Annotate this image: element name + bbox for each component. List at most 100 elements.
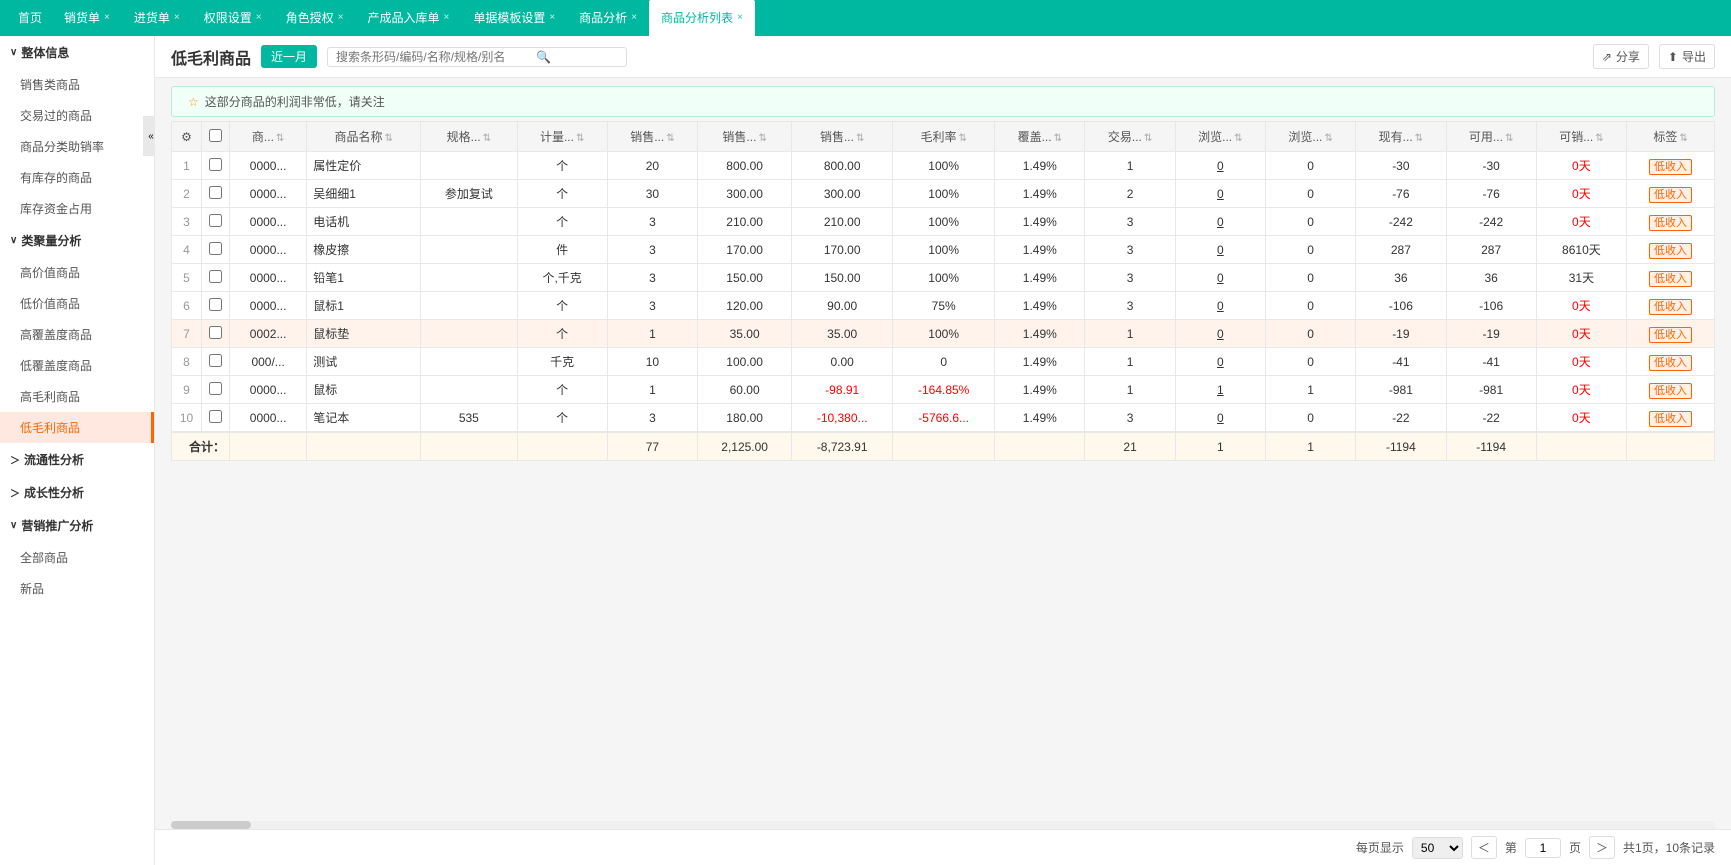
col-unit[interactable]: 计量...⇅ <box>517 122 607 152</box>
row-checkbox[interactable] <box>209 298 222 311</box>
close-icon[interactable]: × <box>256 0 262 36</box>
sidebar-group-marketing[interactable]: ∨ 营销推广分析 <box>0 509 154 542</box>
col-sales-count[interactable]: 销售...⇅ <box>607 122 697 152</box>
row-name[interactable]: 测试 <box>307 348 421 376</box>
sidebar-item-category-rate[interactable]: 商品分类助销率 <box>0 131 154 162</box>
row-name[interactable]: 橡皮擦 <box>307 236 421 264</box>
sidebar-item-traded[interactable]: 交易过的商品 <box>0 100 154 131</box>
nav-item-home[interactable]: 首页 <box>8 0 52 36</box>
col-spec[interactable]: 规格...⇅ <box>421 122 517 152</box>
next-page-button[interactable]: ＞ <box>1589 836 1615 859</box>
row-browse1[interactable]: 0 <box>1175 208 1265 236</box>
col-browse1[interactable]: 浏览...⇅ <box>1175 122 1265 152</box>
row-name[interactable]: 吴细细1 <box>307 180 421 208</box>
sidebar-group-overall[interactable]: ∨ 整体信息 <box>0 36 154 69</box>
sidebar-collapse-button[interactable]: « <box>143 116 155 156</box>
sidebar-item-high-coverage[interactable]: 高覆盖度商品 <box>0 319 154 350</box>
row-name[interactable]: 电话机 <box>307 208 421 236</box>
sidebar-item-all-products[interactable]: 全部商品 <box>0 542 154 573</box>
nav-item-permission[interactable]: 权限设置× <box>192 0 274 36</box>
row-checkbox[interactable] <box>209 382 222 395</box>
col-checkbox[interactable] <box>202 122 230 152</box>
row-browse1[interactable]: 1 <box>1175 376 1265 404</box>
col-gross-rate[interactable]: 毛利率⇅ <box>893 122 995 152</box>
row-name[interactable]: 鼠标1 <box>307 292 421 320</box>
col-tag[interactable]: 标签⇅ <box>1627 122 1715 152</box>
page-size-select[interactable]: 50 100 200 <box>1412 837 1463 859</box>
close-icon[interactable]: × <box>737 0 743 36</box>
select-all-checkbox[interactable] <box>209 129 222 142</box>
sidebar-group-growth[interactable]: ＞ 成长性分析 <box>0 476 154 509</box>
row-name[interactable]: 鼠标垫 <box>307 320 421 348</box>
row-available: 287 <box>1446 236 1536 264</box>
row-sales-price: 170.00 <box>698 236 792 264</box>
sidebar-item-high-profit[interactable]: 高毛利商品 <box>0 381 154 412</box>
row-browse1[interactable]: 0 <box>1175 320 1265 348</box>
col-sales-price[interactable]: 销售...⇅ <box>698 122 792 152</box>
col-current-stock[interactable]: 现有...⇅ <box>1356 122 1446 152</box>
row-checkbox[interactable] <box>209 186 222 199</box>
row-checkbox[interactable] <box>209 242 222 255</box>
col-settings[interactable]: ⚙ <box>172 122 202 152</box>
search-icon[interactable]: 🔍 <box>536 50 551 64</box>
row-browse1[interactable]: 0 <box>1175 264 1265 292</box>
col-name[interactable]: 商品名称⇅ <box>307 122 421 152</box>
search-input[interactable] <box>336 50 536 64</box>
row-saleable: 0天 <box>1536 208 1626 236</box>
row-name[interactable]: 铅笔1 <box>307 264 421 292</box>
prev-page-button[interactable]: ＜ <box>1471 836 1497 859</box>
close-icon[interactable]: × <box>174 0 180 36</box>
row-browse1[interactable]: 0 <box>1175 180 1265 208</box>
close-icon[interactable]: × <box>549 0 555 36</box>
nav-item-sales[interactable]: 销货单× <box>52 0 122 36</box>
sidebar-group-cluster[interactable]: ∨ 类聚量分析 <box>0 224 154 257</box>
col-code[interactable]: 商...⇅ <box>230 122 307 152</box>
page-number-input[interactable] <box>1525 838 1561 858</box>
sidebar-item-stock[interactable]: 有库存的商品 <box>0 162 154 193</box>
close-icon[interactable]: × <box>443 0 449 36</box>
row-name[interactable]: 鼠标 <box>307 376 421 404</box>
row-browse1[interactable]: 0 <box>1175 152 1265 180</box>
row-browse1[interactable]: 0 <box>1175 236 1265 264</box>
row-checkbox[interactable] <box>209 354 222 367</box>
nav-item-template[interactable]: 单据模板设置× <box>461 0 567 36</box>
time-filter-button[interactable]: 近一月 <box>261 45 317 68</box>
nav-item-purchase[interactable]: 进货单× <box>122 0 192 36</box>
col-browse2[interactable]: 浏览...⇅ <box>1265 122 1355 152</box>
sidebar-item-new-products[interactable]: 新品 <box>0 573 154 604</box>
nav-item-product[interactable]: 产成品入库单× <box>355 0 461 36</box>
row-name[interactable]: 笔记本 <box>307 404 421 433</box>
col-coverage[interactable]: 覆盖...⇅ <box>995 122 1085 152</box>
sidebar-item-low-coverage[interactable]: 低覆盖度商品 <box>0 350 154 381</box>
sidebar-item-low-value[interactable]: 低价值商品 <box>0 288 154 319</box>
col-available[interactable]: 可用...⇅ <box>1446 122 1536 152</box>
nav-item-role[interactable]: 角色授权× <box>274 0 356 36</box>
row-checkbox[interactable] <box>209 326 222 339</box>
row-name[interactable]: 属性定价 <box>307 152 421 180</box>
row-checkbox[interactable] <box>209 410 222 423</box>
sidebar-item-low-profit[interactable]: 低毛利商品 <box>0 412 154 443</box>
nav-item-analysis[interactable]: 商品分析× <box>567 0 649 36</box>
close-icon[interactable]: × <box>631 0 637 36</box>
sidebar-group-circulation[interactable]: ＞ 流通性分析 <box>0 443 154 476</box>
sidebar-item-capital[interactable]: 库存资金占用 <box>0 193 154 224</box>
row-browse1[interactable]: 0 <box>1175 292 1265 320</box>
share-button[interactable]: ⇗ 分享 <box>1593 44 1649 69</box>
sidebar-item-high-value[interactable]: 高价值商品 <box>0 257 154 288</box>
col-transaction[interactable]: 交易...⇅ <box>1085 122 1175 152</box>
row-checkbox[interactable] <box>209 214 222 227</box>
sidebar-item-sales-products[interactable]: 销售类商品 <box>0 69 154 100</box>
row-browse1[interactable]: 0 <box>1175 404 1265 433</box>
row-browse1[interactable]: 0 <box>1175 348 1265 376</box>
col-saleable[interactable]: 可销...⇅ <box>1536 122 1626 152</box>
row-code: 0000... <box>230 236 307 264</box>
row-checkbox[interactable] <box>209 270 222 283</box>
col-sales-amount[interactable]: 销售...⇅ <box>792 122 893 152</box>
horizontal-scrollbar[interactable] <box>171 821 1715 829</box>
row-checkbox[interactable] <box>209 158 222 171</box>
close-icon[interactable]: × <box>104 0 110 36</box>
close-icon[interactable]: × <box>338 0 344 36</box>
nav-item-analysis-list[interactable]: 商品分析列表× <box>649 0 755 36</box>
export-button[interactable]: ⬆ 导出 <box>1659 44 1715 69</box>
row-coverage: 1.49% <box>995 236 1085 264</box>
